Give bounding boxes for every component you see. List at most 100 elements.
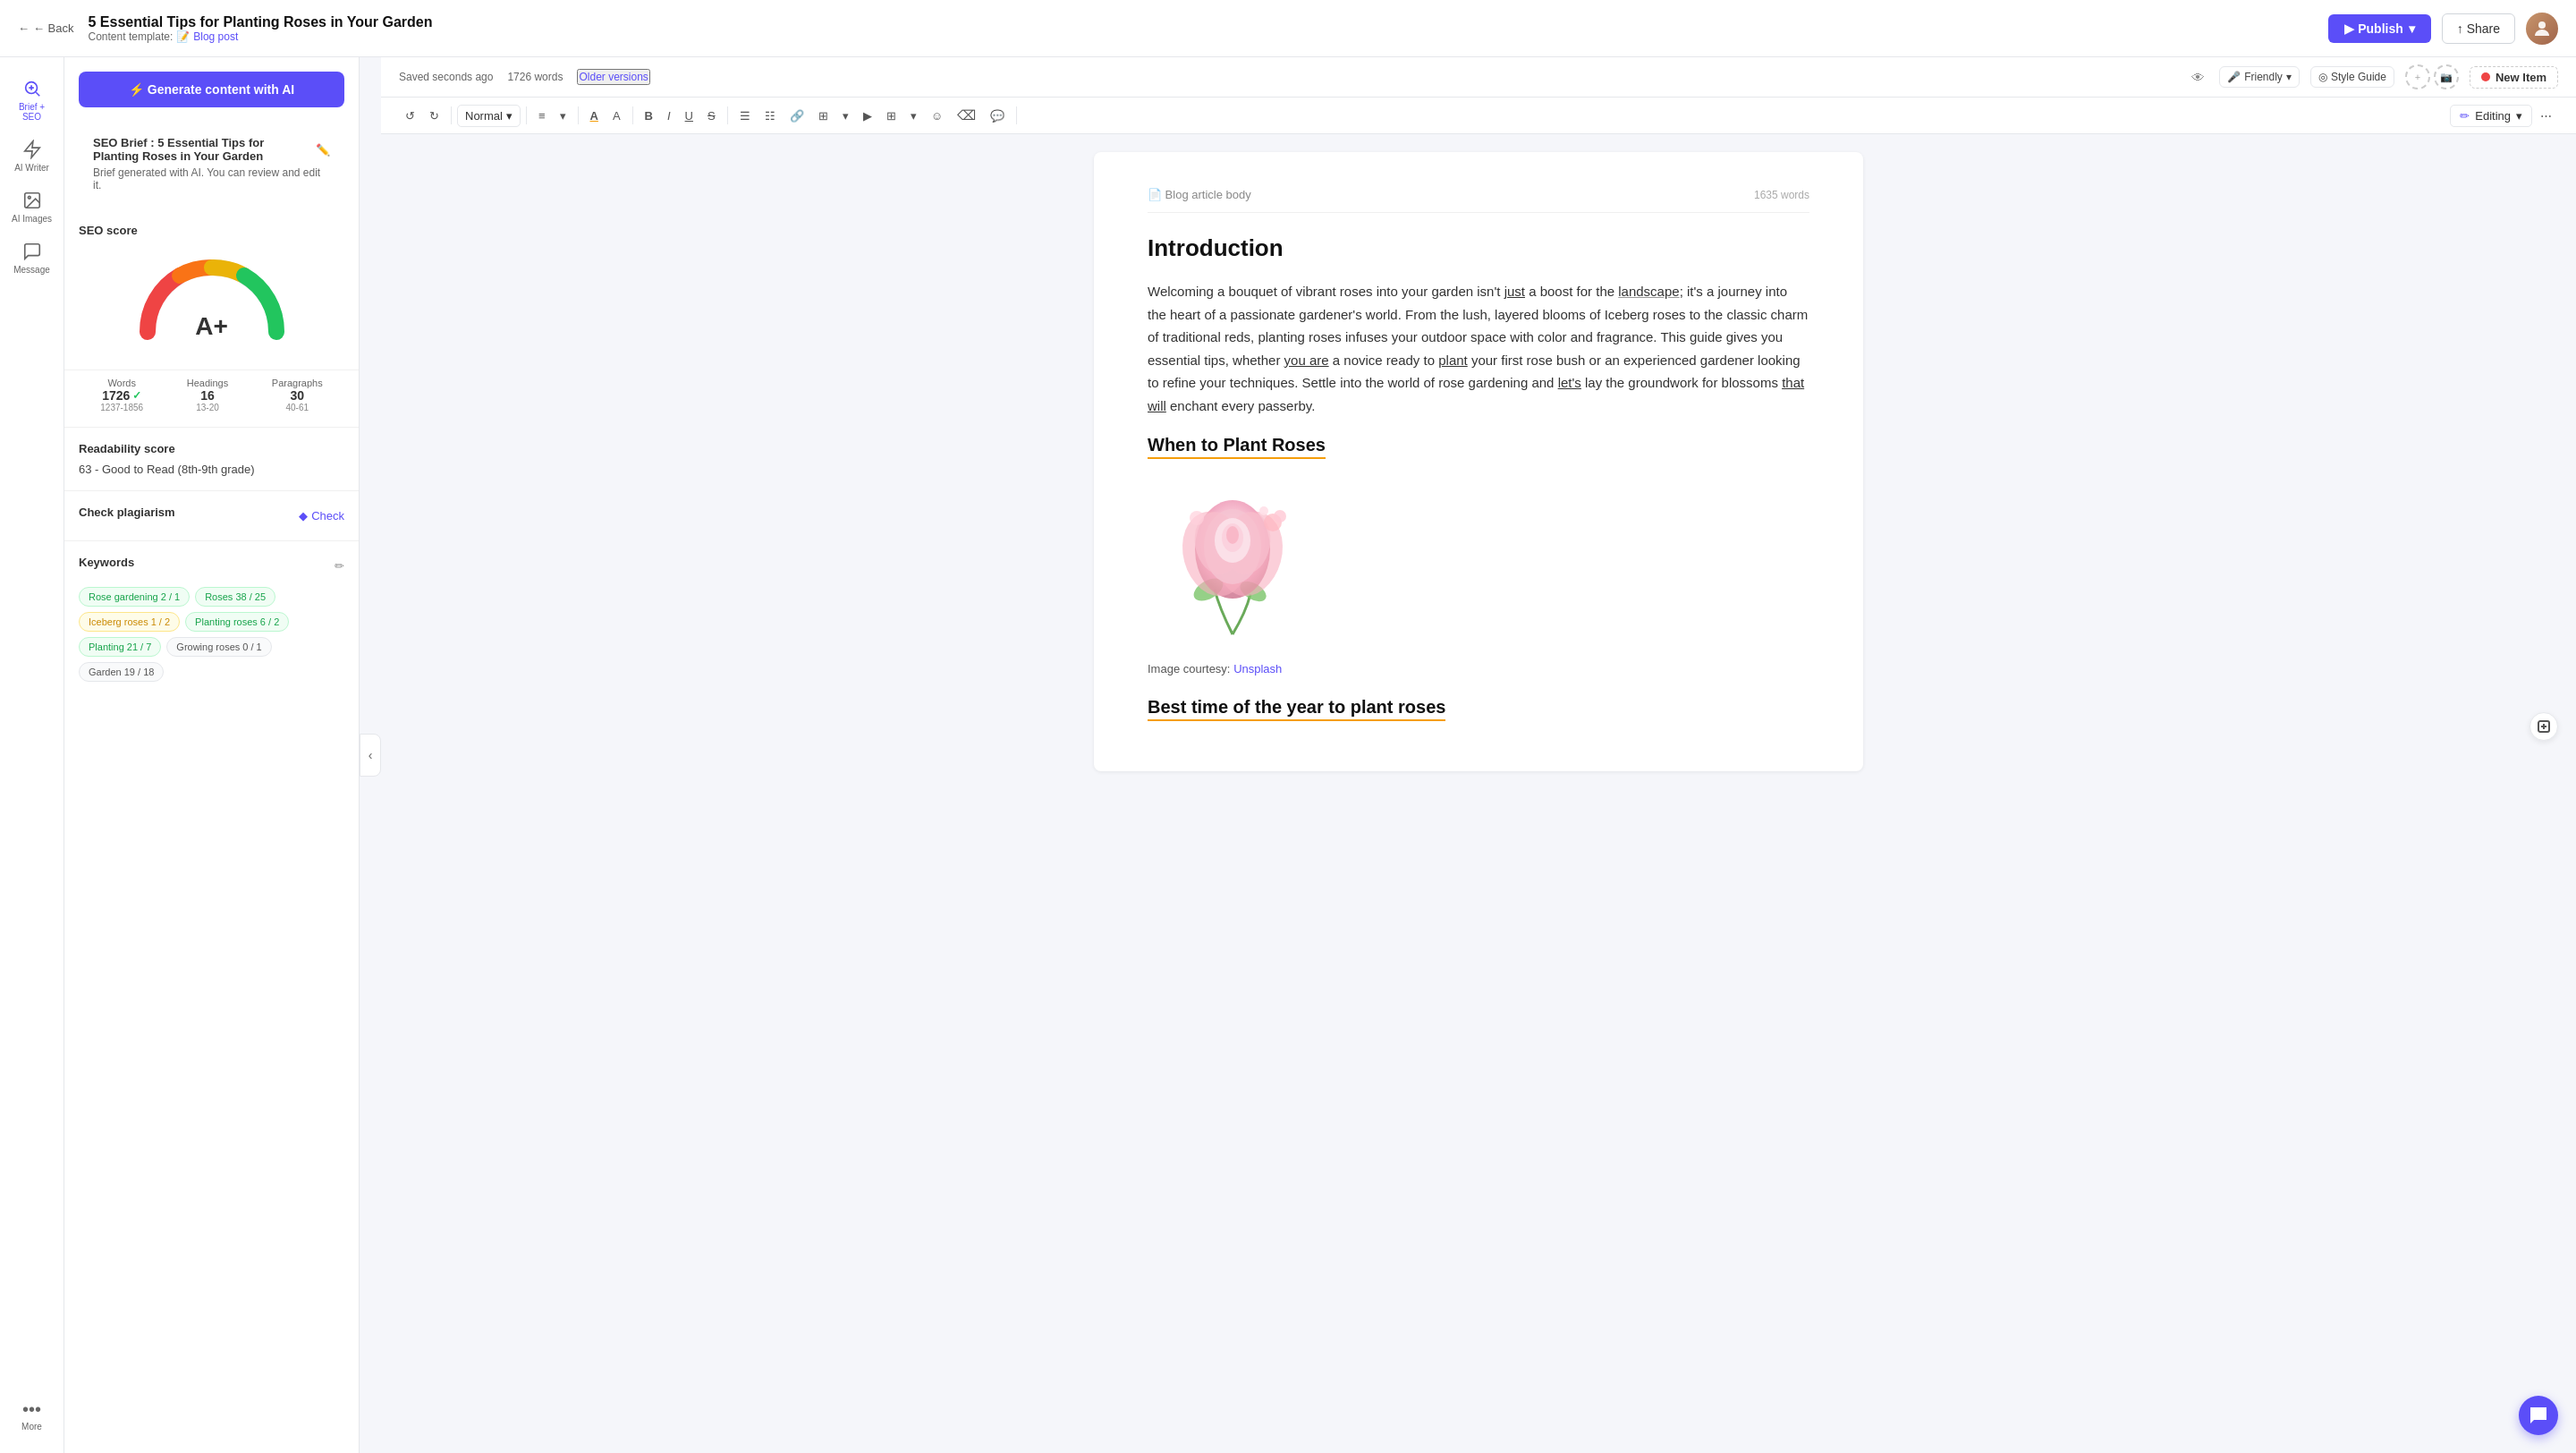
- italic-button[interactable]: I: [661, 105, 677, 127]
- table-dropdown-button[interactable]: ▾: [904, 105, 923, 127]
- keyword-tag[interactable]: Iceberg roses 1 / 2: [79, 612, 180, 632]
- underline-button[interactable]: U: [679, 105, 699, 127]
- image-credit: Image courtesy: Unsplash: [1148, 662, 1809, 676]
- paragraphs-value: 30: [272, 388, 323, 403]
- share-label: ↑ Share: [2457, 21, 2500, 36]
- word-count-meta: 1726 words: [507, 71, 563, 83]
- publish-button[interactable]: ▶ Publish ▾: [2328, 14, 2430, 43]
- svg-point-4: [28, 196, 30, 199]
- sidebar-item-more[interactable]: ••• More: [5, 1393, 59, 1439]
- more-dots-icon: •••: [22, 1400, 41, 1418]
- chat-bubble-button[interactable]: [2519, 1396, 2558, 1435]
- add-block-button[interactable]: [2529, 712, 2558, 741]
- bold-button[interactable]: B: [639, 105, 659, 127]
- brief-title-text: SEO Brief : 5 Essential Tips for Plantin…: [93, 136, 310, 163]
- eye-icon: 👁: [2191, 70, 2205, 85]
- sidebar-item-ai-images[interactable]: AI Images: [5, 183, 59, 231]
- chat-icon: [2529, 1406, 2548, 1425]
- style-guide-button[interactable]: ◎ Style Guide: [2310, 66, 2394, 88]
- image-insert-button[interactable]: ⊞: [812, 105, 835, 127]
- unsplash-link[interactable]: Unsplash: [1233, 662, 1282, 676]
- keyword-tag[interactable]: Planting roses 6 / 2: [185, 612, 289, 632]
- readability-value: 63 - Good to Read (8th-9th grade): [79, 463, 344, 476]
- brief-description: Brief generated with AI. You can review …: [79, 166, 344, 202]
- icon-sidebar: Brief + SEO AI Writer AI Images Message …: [0, 57, 64, 1453]
- mic-icon: 🎤: [2227, 71, 2241, 83]
- plagiarism-check-button[interactable]: ◆ Check: [299, 509, 344, 523]
- editor-content-wrap[interactable]: 📄 Blog article body 1635 words Introduct…: [381, 134, 2576, 1453]
- sidebar-item-ai-writer[interactable]: AI Writer: [5, 132, 59, 180]
- undo-button[interactable]: ↺: [399, 105, 421, 127]
- keywords-section: Keywords ✏ Rose gardening 2 / 1Roses 38 …: [64, 541, 359, 696]
- keyword-tag[interactable]: Garden 19 / 18: [79, 662, 164, 682]
- share-button[interactable]: ↑ Share: [2442, 13, 2515, 44]
- align-left-button[interactable]: ≡: [532, 105, 552, 127]
- collab-user-icon: +: [2405, 64, 2430, 89]
- tone-label: Friendly: [2244, 71, 2283, 83]
- seo-score-section: SEO score: [64, 209, 359, 370]
- image-dropdown-button[interactable]: ▾: [836, 105, 855, 127]
- keyword-tag[interactable]: Roses 38 / 25: [195, 587, 275, 607]
- generate-ai-button[interactable]: ⚡ Generate content with AI: [79, 72, 344, 107]
- plagiarism-title: Check plagiarism: [79, 506, 175, 519]
- sidebar-item-message[interactable]: Message: [5, 234, 59, 282]
- keywords-header: Keywords ✏: [79, 556, 344, 576]
- seo-stats: Words 1726 ✓ 1237-1856 Headings 16 13-20…: [64, 370, 359, 428]
- comment-button[interactable]: 💬: [984, 105, 1011, 127]
- svg-point-17: [1274, 510, 1286, 523]
- tone-button[interactable]: 🎤 Friendly ▾: [2219, 66, 2300, 88]
- collab-icons: + 📷: [2405, 64, 2459, 89]
- seo-gauge: A+: [79, 244, 344, 355]
- strikethrough-button[interactable]: S: [701, 105, 722, 127]
- gauge-wrap: A+: [131, 251, 292, 341]
- panel-toggle-button[interactable]: ‹: [360, 734, 381, 777]
- align-dropdown-button[interactable]: ▾: [554, 105, 572, 127]
- paragraphs-range: 40-61: [272, 403, 323, 412]
- toolbar-sep-5: [727, 106, 728, 124]
- highlight-button[interactable]: A: [606, 105, 627, 127]
- keyword-tag[interactable]: Growing roses 0 / 1: [166, 637, 271, 657]
- seo-icon: [22, 79, 42, 98]
- redo-button[interactable]: ↻: [423, 105, 445, 127]
- doc-subtitle: Content template: 📝 Blog post: [89, 30, 433, 43]
- svg-point-19: [1259, 506, 1268, 515]
- document-title: 5 Essential Tips for Planting Roses in Y…: [89, 14, 433, 30]
- sidebar-label-ai-writer: AI Writer: [14, 163, 49, 173]
- check-label: Check: [311, 509, 344, 523]
- user-avatar[interactable]: [2526, 13, 2558, 45]
- editing-badge[interactable]: ✏ Editing ▾: [2450, 105, 2532, 127]
- keyword-tags: Rose gardening 2 / 1Roses 38 / 25 Iceberg…: [79, 587, 344, 682]
- sidebar-label-brief-seo: Brief + SEO: [11, 102, 54, 122]
- back-button[interactable]: ← ← Back: [18, 21, 74, 35]
- paragraphs-stat: Paragraphs 30 40-61: [272, 378, 323, 412]
- text-color-button[interactable]: A: [584, 105, 605, 127]
- link-button[interactable]: 🔗: [784, 105, 810, 127]
- words-stat: Words 1726 ✓ 1237-1856: [100, 378, 143, 412]
- older-versions-label: Older versions: [579, 71, 648, 83]
- format-clear-button[interactable]: ⌫: [951, 103, 982, 128]
- play-button[interactable]: ▶: [857, 105, 878, 127]
- older-versions-button[interactable]: Older versions: [577, 69, 649, 85]
- new-item-button[interactable]: New Item: [2470, 66, 2558, 89]
- words-value: 1726 ✓: [100, 388, 143, 403]
- sidebar-item-brief-seo[interactable]: Brief + SEO: [5, 72, 59, 129]
- svg-point-0: [2538, 21, 2546, 29]
- more-options-button[interactable]: ⋯: [2534, 105, 2558, 127]
- edit-icon[interactable]: ✏️: [316, 143, 330, 157]
- format-select[interactable]: Normal ▾: [457, 105, 521, 127]
- ordered-list-button[interactable]: ☷: [758, 105, 782, 127]
- table-button[interactable]: ⊞: [880, 105, 902, 127]
- message-icon: [22, 242, 42, 261]
- template-name: Blog post: [193, 30, 238, 43]
- keyword-tag[interactable]: Rose gardening 2 / 1: [79, 587, 190, 607]
- emoji-button[interactable]: ☺: [925, 105, 949, 127]
- doc-title-group: 5 Essential Tips for Planting Roses in Y…: [89, 14, 433, 43]
- format-select-dropdown-icon: ▾: [506, 109, 513, 123]
- bullet-list-button[interactable]: ☰: [733, 105, 757, 127]
- seo-grade: A+: [195, 312, 228, 341]
- keyword-tag[interactable]: Planting 21 / 7: [79, 637, 161, 657]
- headings-label: Headings: [187, 378, 228, 388]
- section-label-bar: 📄 Blog article body 1635 words: [1148, 188, 1809, 213]
- brief-section: SEO Brief : 5 Essential Tips for Plantin…: [64, 122, 359, 209]
- keywords-edit-button[interactable]: ✏: [335, 559, 344, 573]
